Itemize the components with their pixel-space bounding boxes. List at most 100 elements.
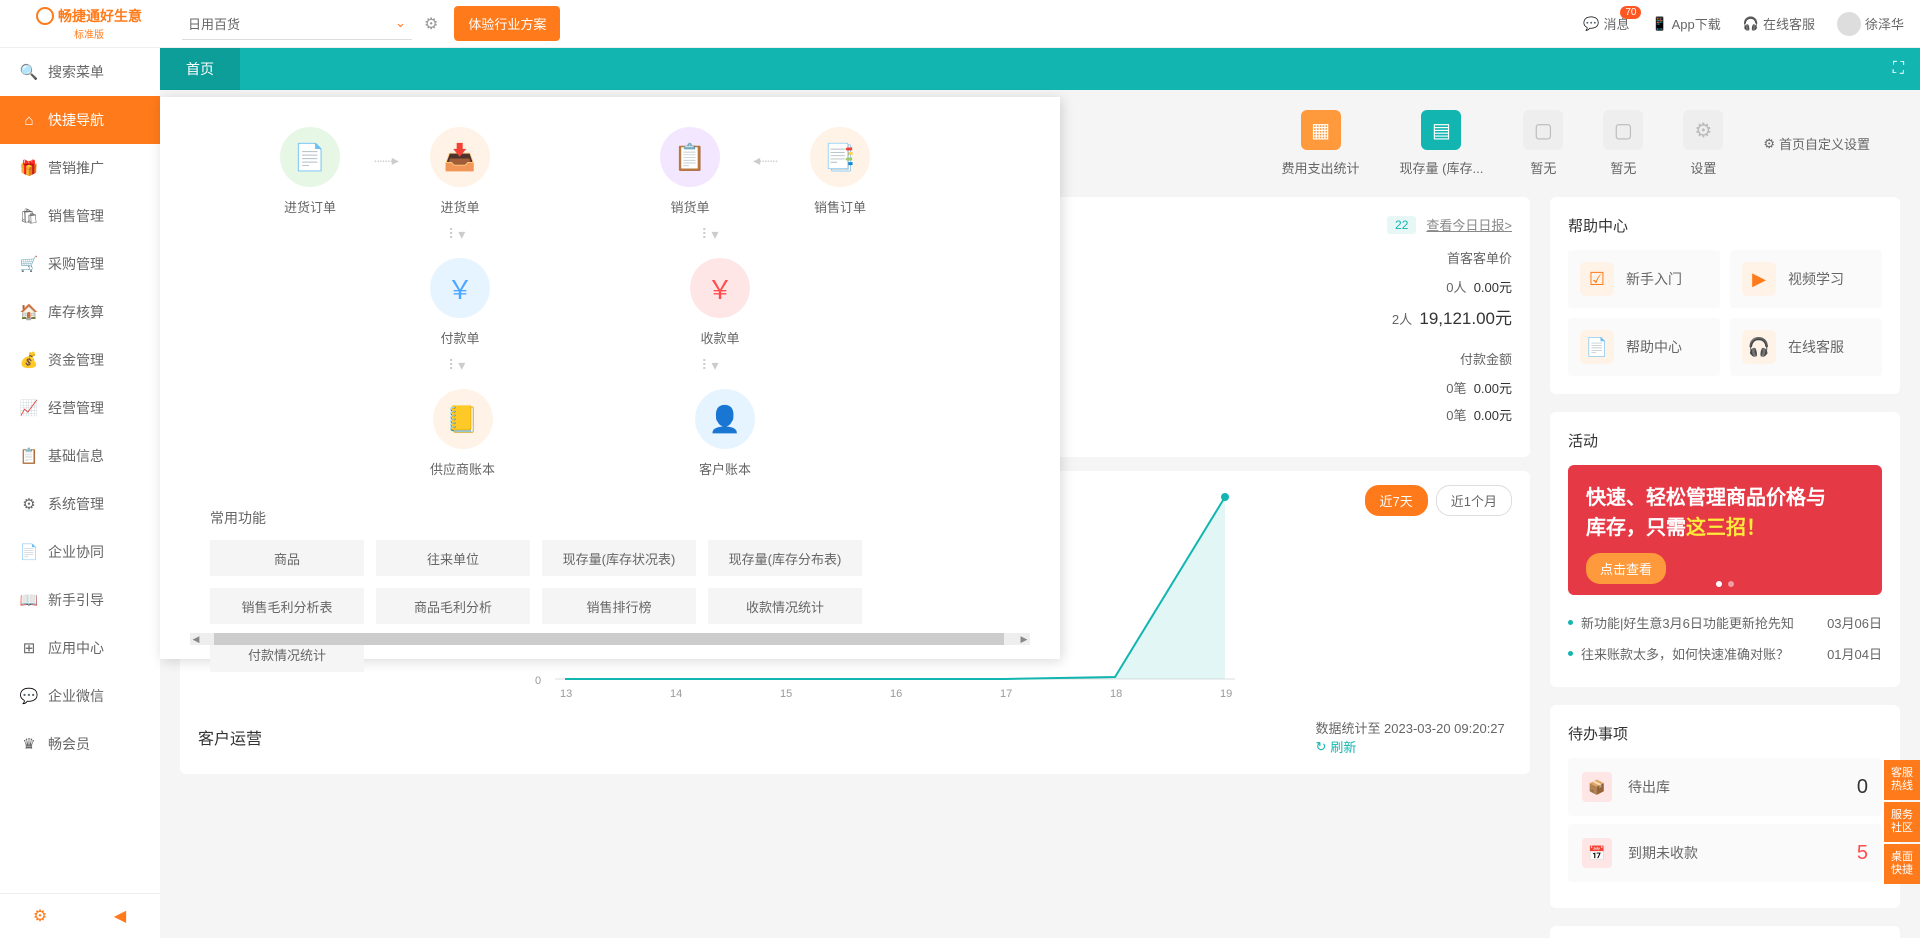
tab-home[interactable]: 首页: [160, 48, 240, 90]
float-shortcut[interactable]: 桌面快捷: [1884, 844, 1920, 884]
category-select[interactable]: 日用百货 ⌄: [182, 8, 412, 40]
messages-link[interactable]: 💬 消息 70: [1583, 14, 1629, 33]
common-contacts[interactable]: 往来单位: [376, 540, 530, 576]
gear-icon: ⚙: [20, 495, 38, 513]
flow-purchase-bill[interactable]: 📥进货单: [430, 127, 490, 216]
todo-title: 待办事项: [1568, 723, 1882, 744]
collapse-button[interactable]: ◀: [80, 894, 160, 938]
stat-value: 0.00元: [1474, 280, 1512, 295]
sidebar-item-sales[interactable]: 🛍销售管理: [0, 192, 160, 240]
tile-empty-2[interactable]: ▢暂无: [1603, 110, 1643, 177]
settings-button[interactable]: ⚙: [0, 894, 80, 938]
todo-overdue[interactable]: 📅到期未收款5: [1568, 824, 1882, 882]
warning-card: 商品预警: [1550, 926, 1900, 938]
news-item-2[interactable]: 往来账款太多，如何快速准确对账？01月04日: [1568, 638, 1882, 669]
sidebar-item-basic[interactable]: 📋基础信息: [0, 432, 160, 480]
tile-settings[interactable]: ⚙设置: [1683, 110, 1723, 177]
common-stock-dist[interactable]: 现存量(库存分布表): [708, 540, 862, 576]
help-video[interactable]: ▶视频学习: [1730, 250, 1882, 308]
promo-button[interactable]: 点击查看: [1586, 553, 1666, 584]
flow-purchase-order[interactable]: 📄进货订单: [280, 127, 340, 216]
svg-text:14: 14: [670, 688, 682, 699]
float-community[interactable]: 服务社区: [1884, 802, 1920, 842]
common-sales-rank[interactable]: 销售排行榜: [542, 588, 696, 624]
logo[interactable]: 畅捷通好生意 标准版: [16, 6, 162, 41]
flow-customer-ledger[interactable]: 👤客户账本: [695, 389, 755, 478]
common-stock-status[interactable]: 现存量(库存状况表): [542, 540, 696, 576]
refresh-button[interactable]: ↻刷新: [1315, 737, 1512, 756]
online-service-link[interactable]: 🎧 在线客服: [1743, 14, 1815, 33]
user-name: 徐泽华: [1865, 14, 1904, 33]
flow-supplier-ledger[interactable]: 📒供应商账本: [430, 389, 495, 478]
chart-7days-button[interactable]: 近7天: [1365, 485, 1428, 516]
sidebar-item-apps[interactable]: ⊞应用中心: [0, 624, 160, 672]
header-right: 💬 消息 70 📱 App下载 🎧 在线客服 徐泽华: [1583, 12, 1904, 36]
common-receipt-stats[interactable]: 收款情况统计: [708, 588, 862, 624]
fullscreen-icon[interactable]: ⛶: [1893, 60, 1904, 78]
sidebar-item-marketing[interactable]: 🎁 营销推广: [0, 144, 160, 192]
refresh-label: 刷新: [1330, 737, 1356, 756]
app-download-link[interactable]: 📱 App下载: [1651, 14, 1720, 33]
user-menu[interactable]: 徐泽华: [1837, 12, 1904, 36]
common-product[interactable]: 商品: [210, 540, 364, 576]
app-label: App下载: [1672, 14, 1721, 33]
customize-link[interactable]: ⚙首页自定义设置: [1763, 134, 1870, 153]
common-sales-profit[interactable]: 销售毛利分析表: [210, 588, 364, 624]
help-service[interactable]: 🎧在线客服: [1730, 318, 1882, 376]
arrow-down-icon: ⠇▾: [448, 226, 465, 248]
flyout-scrollbar[interactable]: ◀ ▶: [190, 633, 1030, 645]
sidebar-item-finance[interactable]: 💰资金管理: [0, 336, 160, 384]
flow-label: 进货单: [440, 197, 479, 216]
sidebar-item-purchase[interactable]: 🛒采购管理: [0, 240, 160, 288]
flow-sales-order[interactable]: 📑销售订单: [810, 127, 870, 216]
flow-label: 进货订单: [284, 197, 336, 216]
help-title: 帮助中心: [1568, 215, 1882, 236]
flow-receipt[interactable]: ￥收款单: [690, 258, 750, 347]
svg-text:18: 18: [1110, 688, 1122, 699]
sidebar-item-guide[interactable]: 📖新手引导: [0, 576, 160, 624]
news-item-1[interactable]: 新功能|好生意3月6日功能更新抢先知03月06日: [1568, 607, 1882, 638]
promo-banner[interactable]: 快速、轻松管理商品价格与库存，只需这三招！ 点击查看: [1568, 465, 1882, 595]
calendar-icon: 📅: [1582, 838, 1612, 868]
gear-icon[interactable]: ⚙: [424, 14, 438, 34]
sidebar-item-search[interactable]: 🔍搜索菜单: [0, 48, 160, 96]
sidebar-item-collab[interactable]: 📄企业协同: [0, 528, 160, 576]
category-value: 日用百货: [188, 14, 240, 33]
sidebar-item-system[interactable]: ⚙系统管理: [0, 480, 160, 528]
gift-icon: 🎁: [20, 159, 38, 177]
flow-payment[interactable]: ￥付款单: [430, 258, 490, 347]
todo-count: 5: [1857, 842, 1868, 865]
sidebar-item-business[interactable]: 📈经营管理: [0, 384, 160, 432]
help-center[interactable]: 📄帮助中心: [1568, 318, 1720, 376]
svg-text:17: 17: [1000, 688, 1012, 699]
sidebar-label: 营销推广: [48, 158, 104, 178]
todo-outbound[interactable]: 📦待出库0: [1568, 758, 1882, 816]
scroll-left-icon[interactable]: ◀: [190, 634, 202, 645]
stat-value: 0.00元: [1474, 381, 1512, 396]
help-newbie[interactable]: ☑新手入门: [1568, 250, 1720, 308]
trial-button[interactable]: 体验行业方案: [454, 6, 560, 41]
sidebar-item-member[interactable]: ♛畅会员: [0, 720, 160, 768]
sidebar-label: 应用中心: [48, 638, 104, 658]
carousel-dots[interactable]: [1716, 581, 1734, 587]
sidebar-item-wechat[interactable]: 💬企业微信: [0, 672, 160, 720]
scrollbar-thumb[interactable]: [214, 633, 1004, 645]
flow-sales-bill[interactable]: 📋销货单: [660, 127, 720, 216]
sidebar-item-quicknav[interactable]: ⌂快捷导航: [0, 96, 160, 144]
daily-report-link[interactable]: 查看今日日报>: [1426, 215, 1512, 234]
arrow-down-icon: ⠇▾: [701, 357, 718, 379]
tile-empty-1[interactable]: ▢暂无: [1523, 110, 1563, 177]
avatar-icon: [1837, 12, 1861, 36]
sidebar-label: 新手引导: [48, 590, 104, 610]
tile-stock[interactable]: ▤现存量 (库存...: [1400, 110, 1484, 177]
scroll-right-icon[interactable]: ▶: [1018, 634, 1030, 645]
stat-value: 0笔: [1446, 408, 1466, 423]
tile-label: 设置: [1690, 158, 1716, 177]
chart-1month-button[interactable]: 近1个月: [1436, 485, 1512, 516]
float-hotline[interactable]: 客服热线: [1884, 760, 1920, 800]
messages-badge: 70: [1620, 6, 1641, 19]
common-product-profit[interactable]: 商品毛利分析: [376, 588, 530, 624]
sidebar-label: 搜索菜单: [48, 62, 104, 82]
tile-expense[interactable]: ▦费用支出统计: [1282, 110, 1360, 177]
sidebar-item-inventory[interactable]: 🏠库存核算: [0, 288, 160, 336]
